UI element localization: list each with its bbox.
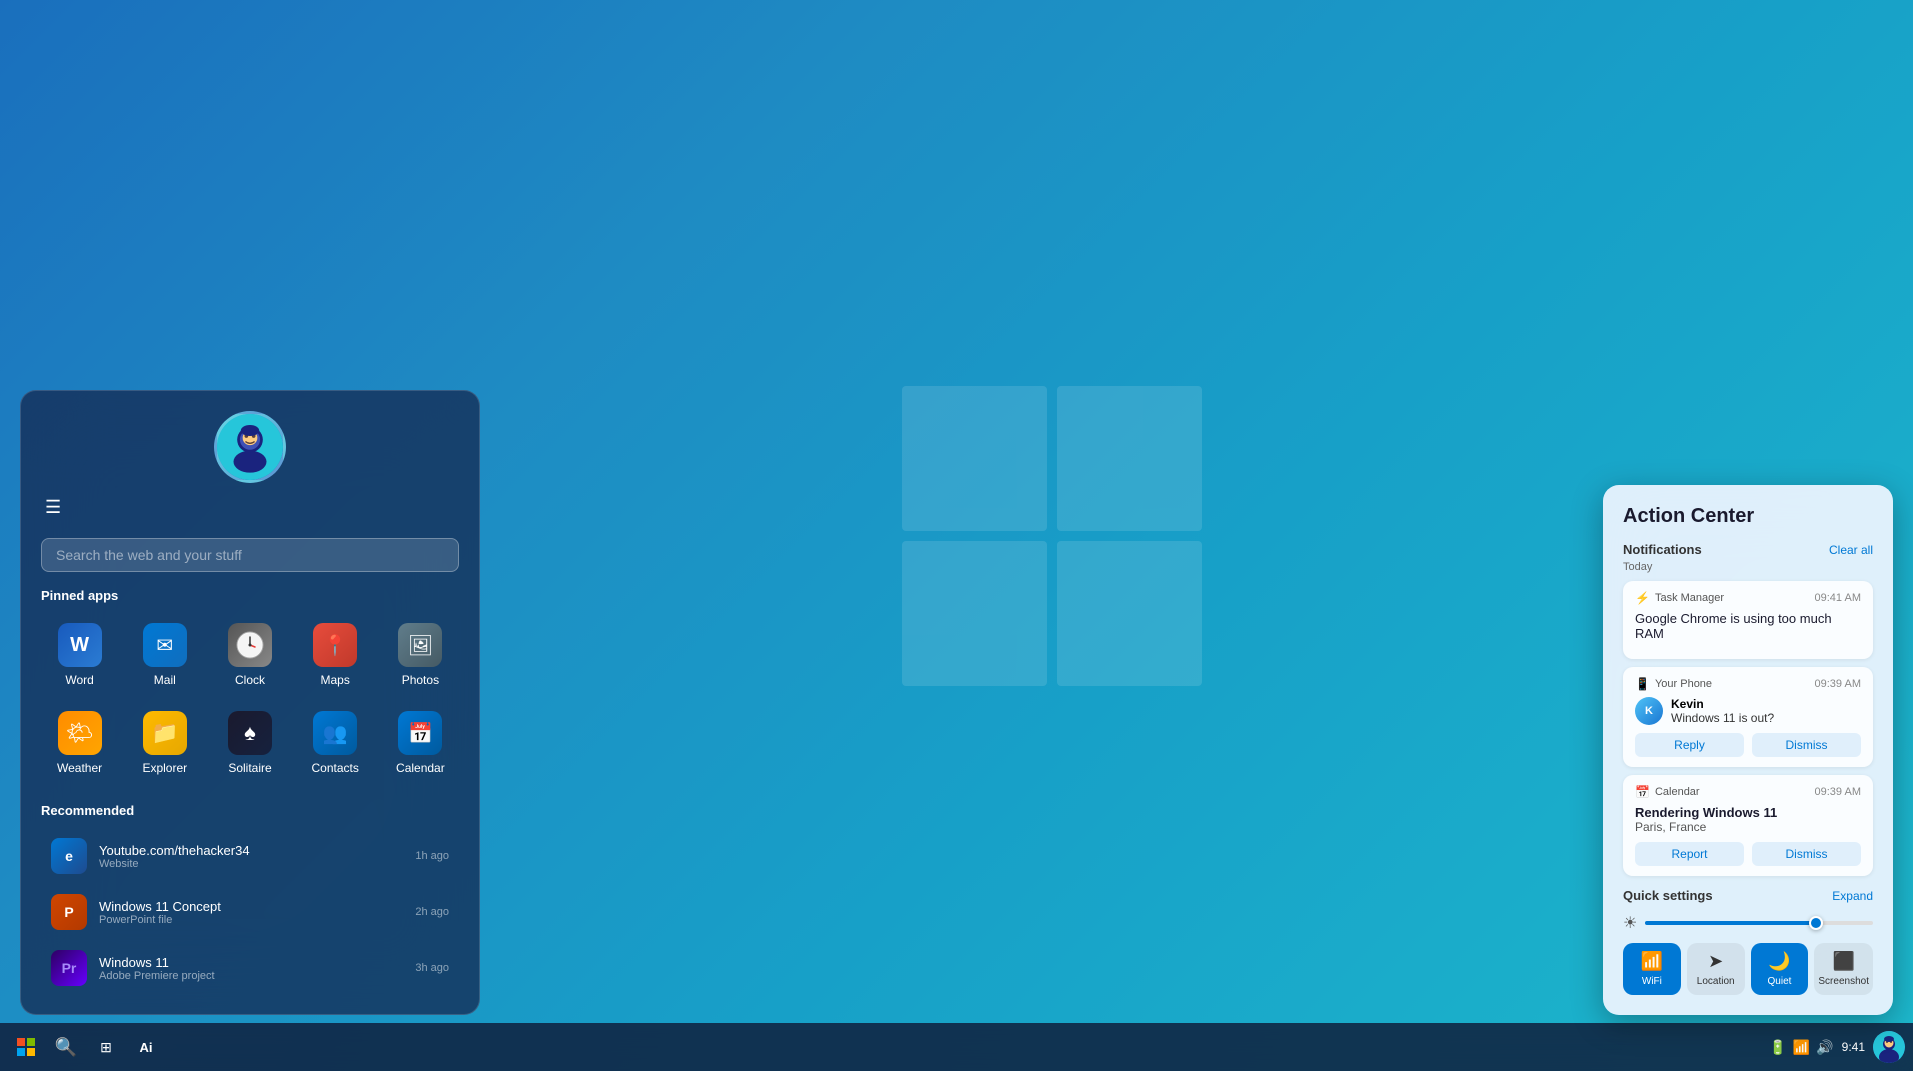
dismiss-calendar-button[interactable]: Dismiss <box>1752 842 1861 866</box>
today-label: Today <box>1623 561 1873 573</box>
app-calendar[interactable]: 📅 Calendar <box>382 703 459 783</box>
task-view-button[interactable]: ⊞ <box>88 1029 124 1065</box>
recommended-title: Recommended <box>41 803 459 818</box>
hamburger-button[interactable]: ☰ <box>41 493 65 522</box>
action-center: Action Center Notifications Clear all To… <box>1603 485 1893 1015</box>
start-button[interactable] <box>8 1029 44 1065</box>
contacts-icon: 👥 <box>313 711 357 755</box>
word-icon: W <box>58 623 102 667</box>
search-taskbar-icon: 🔍 <box>55 1037 77 1058</box>
wifi-taskbar-icon: 📶 <box>1793 1039 1810 1056</box>
taskbar-left: 🔍 ⊞ Ai <box>8 1029 164 1065</box>
location-icon: ➤ <box>1708 951 1723 972</box>
taskbar-clock[interactable]: 9:41 <box>1842 1039 1865 1056</box>
task-manager-icon: ⚡ <box>1635 591 1650 605</box>
ai-button[interactable]: Ai <box>128 1029 164 1065</box>
system-icons: 🔋 📶 🔊 <box>1769 1039 1833 1056</box>
solitaire-icon: ♠ <box>228 711 272 755</box>
start-menu: ☰ Pinned apps W Word ✉ Mail <box>20 390 480 1015</box>
notification-calendar: 📅 Calendar 09:39 AM Rendering Windows 11… <box>1623 775 1873 876</box>
search-input[interactable] <box>41 538 459 572</box>
clear-all-button[interactable]: Clear all <box>1829 543 1873 557</box>
task-view-icon: ⊞ <box>100 1039 112 1056</box>
screenshot-button[interactable]: ⬛ Screenshot <box>1814 943 1873 995</box>
screenshot-icon: ⬛ <box>1832 951 1854 972</box>
quick-settings-label: Quick settings <box>1623 888 1713 903</box>
wifi-icon: 📶 <box>1641 951 1663 972</box>
rec-item-ppt[interactable]: P Windows 11 Concept PowerPoint file 2h … <box>41 886 459 938</box>
windows-logo <box>902 386 1202 686</box>
app-explorer[interactable]: 📁 Explorer <box>126 703 203 783</box>
battery-icon: 🔋 <box>1769 1039 1786 1056</box>
expand-button[interactable]: Expand <box>1832 889 1873 903</box>
app-solitaire[interactable]: ♠ Solitaire <box>211 703 288 783</box>
recommended-list: e Youtube.com/thehacker34 Website 1h ago… <box>41 830 459 994</box>
app-clock[interactable]: Clock <box>211 615 288 695</box>
powerpoint-icon: P <box>51 894 87 930</box>
taskbar-avatar[interactable] <box>1873 1031 1905 1063</box>
clock-icon <box>228 623 272 667</box>
quick-settings-header: Quick settings Expand <box>1623 888 1873 903</box>
notifications-header: Notifications Clear all <box>1623 542 1873 557</box>
photos-icon: 🖼 <box>398 623 442 667</box>
quiet-button[interactable]: 🌙 Quiet <box>1751 943 1809 995</box>
reply-button[interactable]: Reply <box>1635 733 1744 757</box>
start-menu-header: ☰ <box>41 493 459 522</box>
maps-icon: 📍 <box>313 623 357 667</box>
notifications-label: Notifications <box>1623 542 1702 557</box>
brightness-slider[interactable] <box>1645 921 1873 925</box>
quick-settings-buttons: 📶 WiFi ➤ Location 🌙 Quiet ⬛ Screenshot <box>1623 943 1873 995</box>
app-weather[interactable]: 🌤 Weather <box>41 703 118 783</box>
app-photos[interactable]: 🖼 Photos <box>382 615 459 695</box>
dismiss-phone-button[interactable]: Dismiss <box>1752 733 1861 757</box>
report-button[interactable]: Report <box>1635 842 1744 866</box>
app-word[interactable]: W Word <box>41 615 118 695</box>
pinned-apps-title: Pinned apps <box>41 588 459 603</box>
calendar-icon: 📅 <box>398 711 442 755</box>
explorer-icon: 📁 <box>143 711 187 755</box>
premiere-icon: Pr <box>51 950 87 986</box>
location-button[interactable]: ➤ Location <box>1687 943 1745 995</box>
app-mail[interactable]: ✉ Mail <box>126 615 203 695</box>
brightness-control: ☀ <box>1623 913 1873 933</box>
notification-your-phone: 📱 Your Phone 09:39 AM K Kevin Windows 11… <box>1623 667 1873 767</box>
edge-icon: e <box>51 838 87 874</box>
phone-icon: 📱 <box>1635 677 1650 691</box>
quiet-icon: 🌙 <box>1768 951 1790 972</box>
taskbar-right: 🔋 📶 🔊 9:41 <box>1769 1031 1905 1063</box>
app-maps[interactable]: 📍 Maps <box>297 615 374 695</box>
rec-item-edge[interactable]: e Youtube.com/thehacker34 Website 1h ago <box>41 830 459 882</box>
notification-task-manager: ⚡ Task Manager 09:41 AM Google Chrome is… <box>1623 581 1873 659</box>
app-contacts[interactable]: 👥 Contacts <box>297 703 374 783</box>
search-taskbar-button[interactable]: 🔍 <box>48 1029 84 1065</box>
brightness-icon: ☀ <box>1623 913 1637 933</box>
weather-icon: 🌤 <box>58 711 102 755</box>
user-avatar[interactable] <box>214 411 286 483</box>
taskbar: 🔍 ⊞ Ai 🔋 📶 🔊 9:41 <box>0 1023 1913 1071</box>
calendar-notif-icon: 📅 <box>1635 785 1650 799</box>
mail-icon: ✉ <box>143 623 187 667</box>
pinned-apps-grid: W Word ✉ Mail Clock <box>41 615 459 783</box>
volume-icon: 🔊 <box>1816 1039 1833 1056</box>
rec-item-premiere[interactable]: Pr Windows 11 Adobe Premiere project 3h … <box>41 942 459 994</box>
kevin-avatar: K <box>1635 697 1663 725</box>
action-center-title: Action Center <box>1623 505 1873 528</box>
ai-label: Ai <box>140 1040 153 1055</box>
wifi-button[interactable]: 📶 WiFi <box>1623 943 1681 995</box>
